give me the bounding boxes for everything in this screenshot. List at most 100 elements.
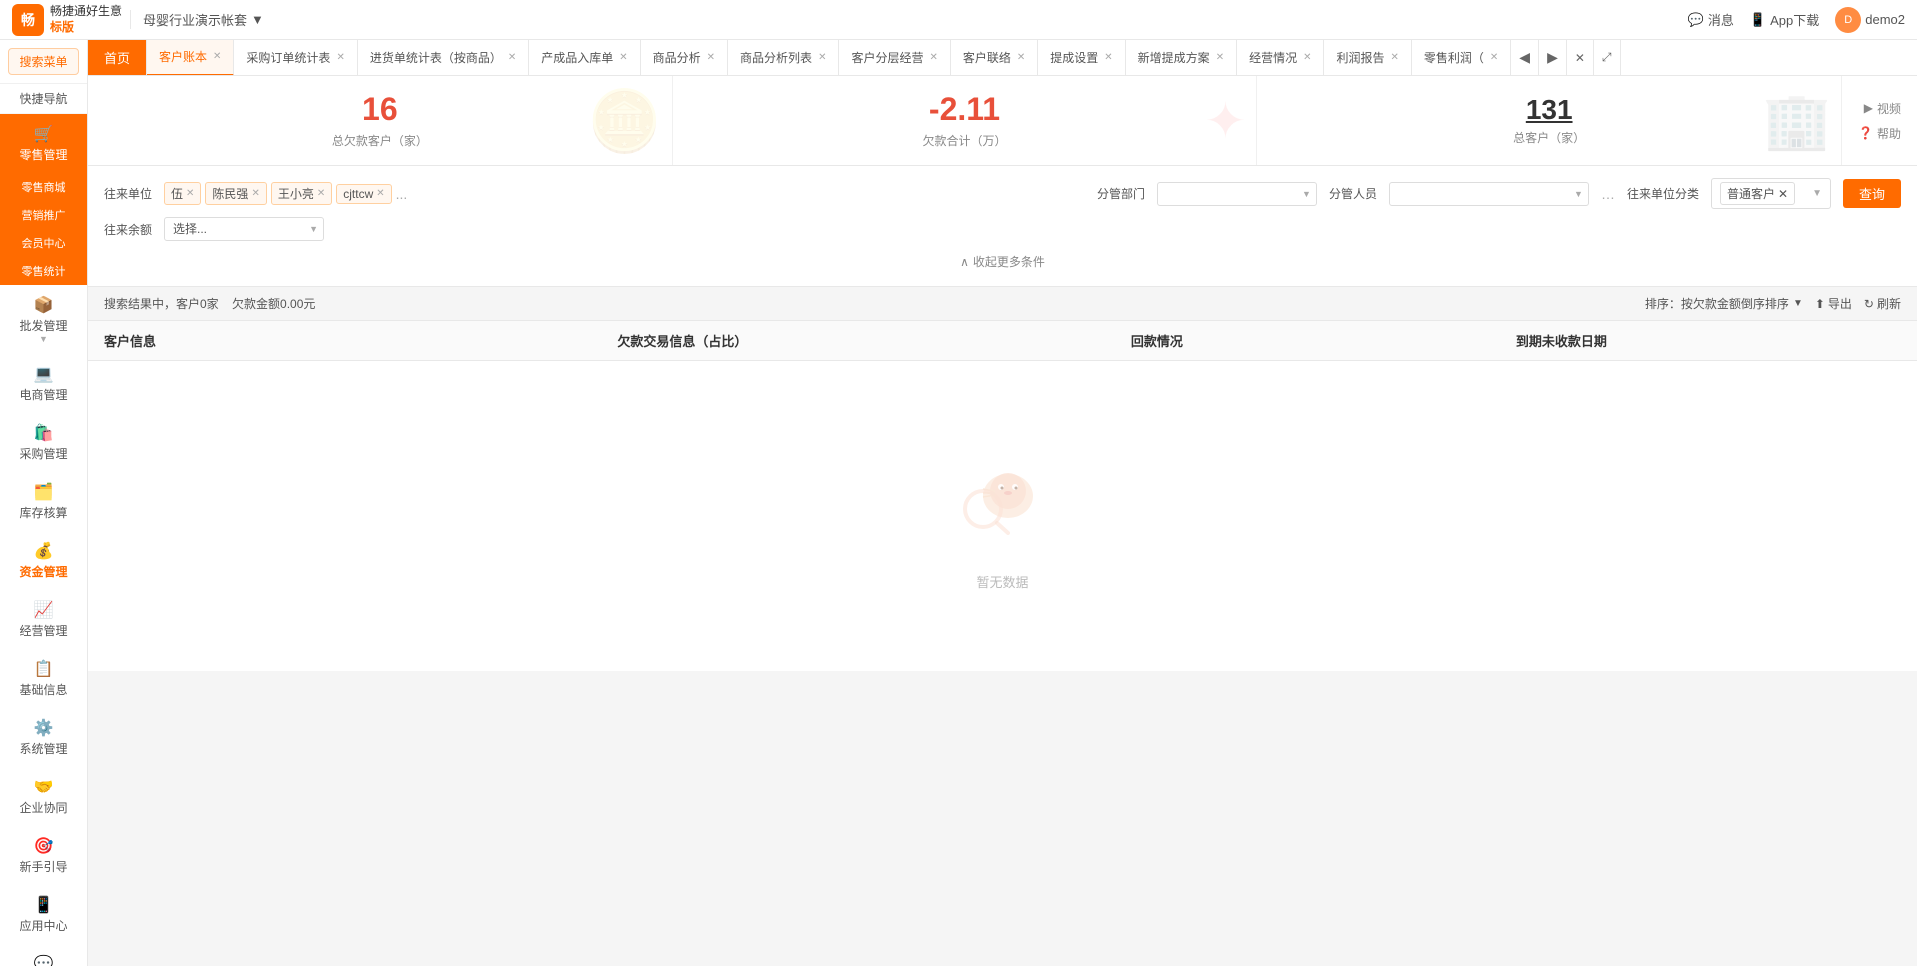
chevron-down-icon: ▼ (1793, 298, 1803, 309)
sort-select[interactable]: 排序：按欠款金额倒序排序 ▼ (1645, 295, 1803, 312)
tab-close-icon[interactable]: ✕ (336, 52, 344, 63)
tab-goods-analysis[interactable]: 商品分析 ✕ (641, 40, 728, 76)
tab-operations-status[interactable]: 经营情况 ✕ (1237, 40, 1324, 76)
operations-icon: 📈 (34, 600, 54, 620)
balance-select[interactable]: 选择... (164, 217, 324, 241)
manager-select[interactable] (1389, 182, 1589, 206)
sidebar-item-marketing[interactable]: 营销推广 (0, 201, 87, 229)
sidebar-item-members[interactable]: 会员中心 (0, 229, 87, 257)
collapse-button[interactable]: ∧ 收起更多条件 (956, 249, 1049, 274)
tag-close-icon[interactable]: ✕ (186, 188, 194, 199)
tab-close-icon[interactable]: ✕ (619, 52, 627, 63)
basic-info-icon: 📋 (34, 659, 54, 679)
unit-category-select[interactable]: 普通客户 ✕ ▼ (1711, 178, 1831, 209)
refresh-button[interactable]: ↻ 刷新 (1864, 295, 1901, 312)
help-button[interactable]: ❓ 帮助 (1858, 125, 1901, 142)
sidebar-item-basic-info[interactable]: 📋 基础信息 (0, 649, 87, 708)
system-icon: ⚙️ (34, 718, 54, 738)
quick-nav-button[interactable]: 快捷导航 (0, 84, 87, 114)
filter-tag-4[interactable]: cjttcw ✕ (336, 184, 391, 204)
tab-profit-report[interactable]: 利润报告 ✕ (1324, 40, 1411, 76)
sidebar-item-retail-mgmt[interactable]: 🛒 零售管理 (0, 114, 87, 173)
manager-select-wrap (1389, 182, 1589, 206)
app-download-button[interactable]: 📱 App下载 (1750, 10, 1819, 29)
query-button[interactable]: 查询 (1843, 179, 1901, 208)
results-summary: 搜索结果中，客户0家 欠款金额0.00元 (104, 295, 315, 312)
tab-close-icon[interactable]: ✕ (707, 52, 715, 63)
tag-close-icon[interactable]: ✕ (317, 188, 325, 199)
filter-tag-3[interactable]: 王小亮 ✕ (271, 182, 332, 205)
refresh-icon: ↻ (1864, 297, 1874, 311)
tab-home[interactable]: 首页 (88, 40, 147, 76)
tab-customer-segment[interactable]: 客户分层经营 ✕ (839, 40, 950, 76)
unit-category-tag[interactable]: 普通客户 ✕ (1720, 182, 1795, 205)
results-bar: 搜索结果中，客户0家 欠款金额0.00元 排序：按欠款金额倒序排序 ▼ ⬆ 导出… (88, 287, 1917, 321)
tab-close-icon[interactable]: ✕ (1391, 52, 1399, 63)
workspace-selector[interactable]: 母婴行业演示帐套 ▼ (130, 10, 264, 29)
tab-purchase-order-stats[interactable]: 采购订单统计表 ✕ (234, 40, 357, 76)
tab-accounts-receivable[interactable]: 客户账本 ✕ (147, 40, 234, 76)
tag-close-icon[interactable]: ✕ (376, 188, 384, 199)
tab-close-icon[interactable]: ✕ (213, 51, 221, 62)
sidebar-item-finance[interactable]: 💰 资金管理 (0, 531, 87, 590)
tab-new-achievement[interactable]: 新增提成方案 ✕ (1126, 40, 1237, 76)
export-icon: ⬆ (1815, 297, 1825, 311)
sidebar-item-purchase[interactable]: 🛍️ 采购管理 (0, 413, 87, 472)
sidebar: 搜索菜单 快捷导航 🛒 零售管理 零售商城 营销推广 会员中心 零售统计 📦 (0, 40, 88, 966)
tab-goods-inbound-stats[interactable]: 进货单统计表（按商品） ✕ (358, 40, 529, 76)
top-bar-right: 💬 消息 📱 App下载 D demo2 (1688, 7, 1905, 33)
filter-tag-1[interactable]: 伍 ✕ (164, 182, 201, 205)
sidebar-item-retail-mall[interactable]: 零售商城 (0, 173, 87, 201)
sidebar-item-app-center[interactable]: 📱 应用中心 (0, 885, 87, 944)
tab-close-icon[interactable]: ✕ (929, 52, 937, 63)
ecommerce-icon: 💻 (34, 364, 54, 384)
col-repayment: 回款情况 (1131, 331, 1516, 350)
filter-tag-2[interactable]: 陈民强 ✕ (205, 182, 266, 205)
tab-goods-analysis-list[interactable]: 商品分析列表 ✕ (728, 40, 839, 76)
app-center-icon: 📱 (34, 895, 54, 915)
tab-close-icon[interactable]: ✕ (818, 52, 826, 63)
tab-scroll-right[interactable]: ▶ (1539, 40, 1567, 75)
sidebar-item-wholesale[interactable]: 📦 批发管理 ▼ (0, 285, 87, 354)
video-button[interactable]: ▶ 视频 (1864, 100, 1901, 117)
manager-more-icon[interactable]: … (1601, 186, 1615, 202)
balance-select-wrap: 选择... (164, 217, 324, 241)
tab-scroll-left[interactable]: ◀ (1511, 40, 1539, 75)
tag-close-icon[interactable]: ✕ (251, 188, 259, 199)
sidebar-item-system[interactable]: ⚙️ 系统管理 (0, 708, 87, 767)
tab-close-icon[interactable]: ✕ (1490, 52, 1498, 63)
sidebar-item-newbie[interactable]: 🎯 新手引导 (0, 826, 87, 885)
tab-reminder-settings[interactable]: 提成设置 ✕ (1038, 40, 1125, 76)
results-bar-right: 排序：按欠款金额倒序排序 ▼ ⬆ 导出 ↻ 刷新 (1645, 295, 1901, 312)
search-menu-button[interactable]: 搜索菜单 (8, 48, 79, 75)
sidebar-item-operations[interactable]: 📈 经营管理 (0, 590, 87, 649)
tab-close-icon[interactable]: ✕ (1017, 52, 1025, 63)
sidebar-item-enterprise[interactable]: 🤝 企业协同 (0, 767, 87, 826)
tab-maximize[interactable]: ⤢ (1594, 40, 1621, 75)
tab-close-all[interactable]: ✕ (1567, 40, 1594, 75)
tab-close-icon[interactable]: ✕ (508, 52, 516, 63)
tab-customer-contact[interactable]: 客户联络 ✕ (951, 40, 1038, 76)
balance-label: 往来余额 (104, 221, 152, 238)
tab-close-icon[interactable]: ✕ (1216, 52, 1224, 63)
sidebar-item-retail-stats[interactable]: 零售统计 (0, 257, 87, 285)
sidebar-item-ent-wechat[interactable]: 💬 企业微信 (0, 944, 87, 966)
tab-retail-profit[interactable]: 零售利润（ ✕ (1412, 40, 1511, 76)
tab-close-icon[interactable]: ✕ (1303, 52, 1311, 63)
col-credit-info: 欠款交易信息（占比） (617, 331, 1130, 350)
unit-label: 往来单位 (104, 185, 152, 202)
tab-product-inbound[interactable]: 产成品入库单 ✕ (529, 40, 640, 76)
sidebar-item-ecommerce[interactable]: 💻 电商管理 (0, 354, 87, 413)
message-button[interactable]: 💬 消息 (1688, 10, 1734, 29)
sidebar-item-inventory[interactable]: 🗂️ 库存核算 (0, 472, 87, 531)
filter-more-icon[interactable]: ... (396, 186, 408, 202)
user-profile[interactable]: D demo2 (1835, 7, 1905, 33)
dept-select[interactable] (1157, 182, 1317, 206)
tag-close-icon[interactable]: ✕ (1778, 187, 1788, 201)
tab-close-icon[interactable]: ✕ (1104, 52, 1112, 63)
sidebar-search-area: 搜索菜单 (0, 40, 87, 84)
stat-total-customers-value[interactable]: 131 (1526, 95, 1573, 126)
export-button[interactable]: ⬆ 导出 (1815, 295, 1852, 312)
filter-row-1: 往来单位 伍 ✕ 陈民强 ✕ 王小亮 ✕ (104, 178, 1901, 209)
filter-area: 往来单位 伍 ✕ 陈民强 ✕ 王小亮 ✕ (88, 166, 1917, 287)
